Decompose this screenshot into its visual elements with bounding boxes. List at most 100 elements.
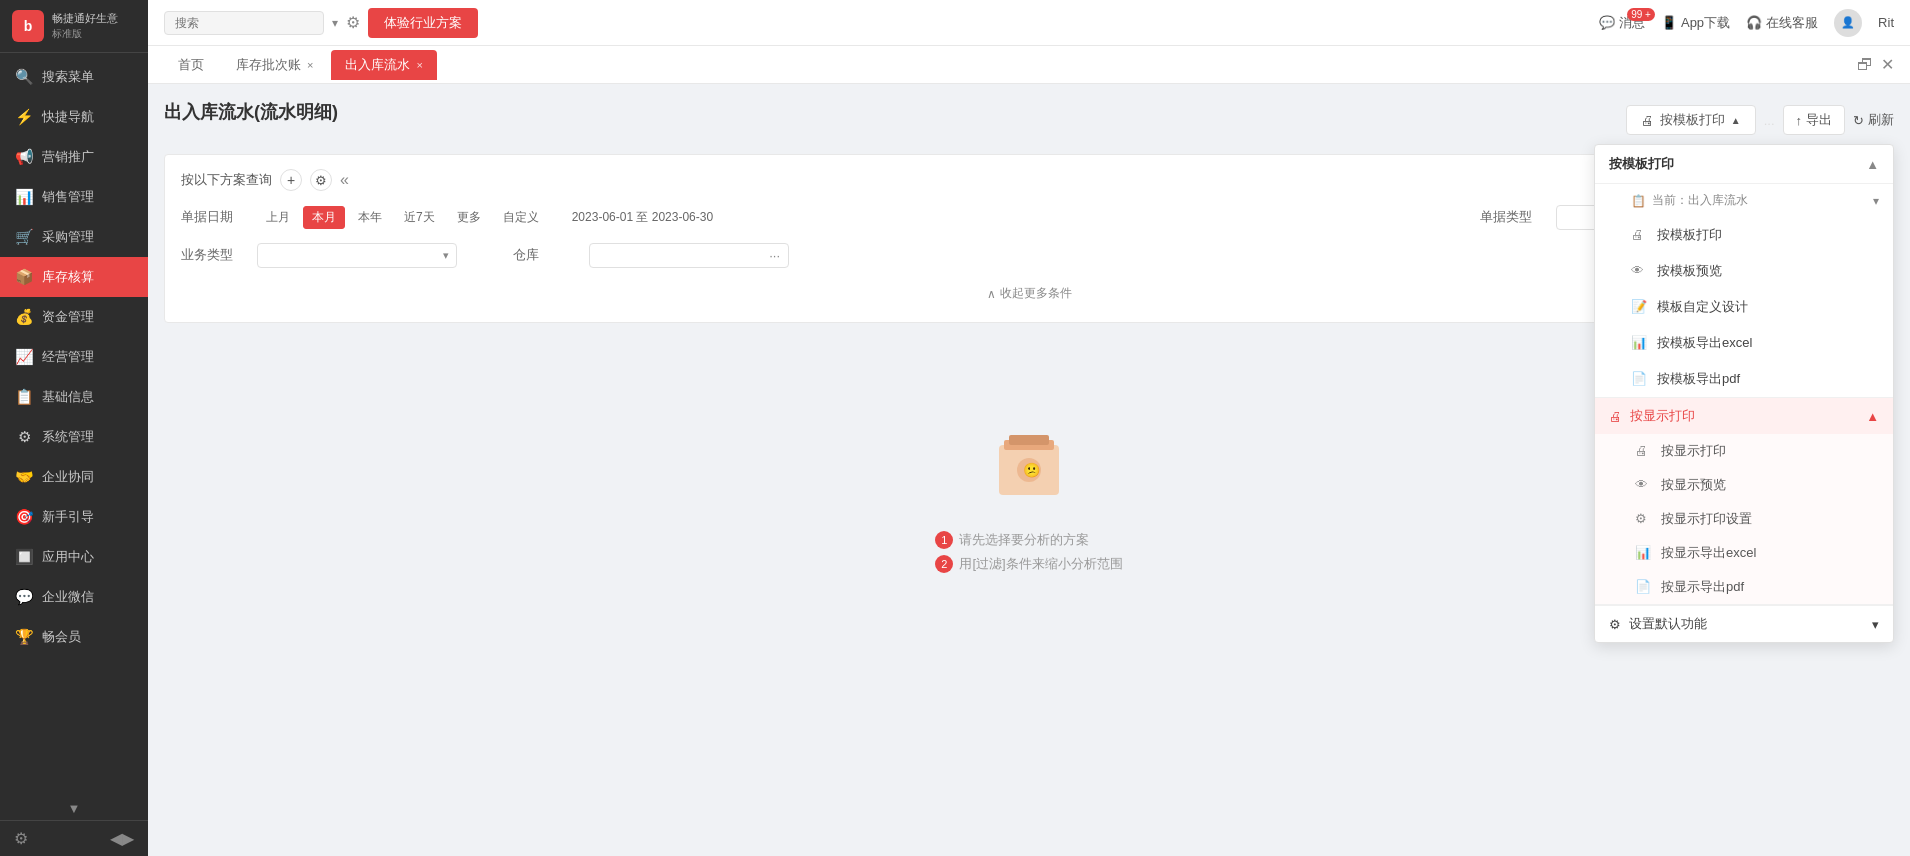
date-tab-thismonth[interactable]: 本月 xyxy=(303,206,345,229)
sidebar-item-finance[interactable]: 💰 资金管理 xyxy=(0,297,148,337)
sidebar-bottom: ⚙ ◀▶ xyxy=(0,820,148,856)
step1-number: 1 xyxy=(935,531,953,549)
dp-display-pdf[interactable]: 📄 按显示导出pdf xyxy=(1595,570,1893,604)
sidebar-item-basic[interactable]: 📋 基础信息 xyxy=(0,377,148,417)
dp-current-template[interactable]: 📋 当前：出入库流水 ▾ xyxy=(1595,184,1893,217)
dp-template-print[interactable]: 🖨 按模板打印 xyxy=(1595,217,1893,253)
sidebar-item-sales[interactable]: 📊 销售管理 xyxy=(0,177,148,217)
date-tab-7days[interactable]: 近7天 xyxy=(395,206,444,229)
industry-button[interactable]: 体验行业方案 xyxy=(368,8,478,38)
content-area: 出入库流水(流水明细) 🖨 按模板打印 ▲ ... ↑ 导出 ↻ 刷新 xyxy=(148,84,1910,856)
dp-display-section-header[interactable]: 🖨 按显示打印 ▲ xyxy=(1595,398,1893,434)
logo-icon: b xyxy=(12,10,44,42)
search-chevron-icon[interactable]: ▾ xyxy=(332,16,338,30)
step2-number: 2 xyxy=(935,555,953,573)
sidebar-nav: 🔍 搜索菜单 ⚡ 快捷导航 📢 营销推广 📊 销售管理 🛒 采购管理 📦 库存核… xyxy=(0,53,148,797)
empty-text: 1 请先选择要分析的方案 2 用[过滤]条件来缩小分析范围 xyxy=(935,531,1122,579)
date-tab-custom[interactable]: 自定义 xyxy=(494,206,548,229)
sidebar-label-finance: 资金管理 xyxy=(42,308,94,326)
template-print-button[interactable]: 🖨 按模板打印 ▲ xyxy=(1626,105,1756,135)
date-tab-thisyear[interactable]: 本年 xyxy=(349,206,391,229)
tab-flow-close[interactable]: × xyxy=(416,59,422,71)
sidebar-icon-member: 🏆 xyxy=(14,627,34,647)
username-label[interactable]: Rit xyxy=(1878,15,1894,30)
close-window-button[interactable]: ✕ xyxy=(1881,55,1894,74)
sidebar-icon-collab: 🤝 xyxy=(14,467,34,487)
date-tabs: 上月 本月 本年 近7天 更多 自定义 xyxy=(257,206,548,229)
template-excel-icon: 📊 xyxy=(1631,335,1647,351)
sidebar-label-basic: 基础信息 xyxy=(42,388,94,406)
display-excel-icon: 📊 xyxy=(1635,545,1651,561)
sidebar-item-member[interactable]: 🏆 畅会员 xyxy=(0,617,148,657)
filter-settings-button[interactable]: ⚙ xyxy=(310,169,332,191)
message-button[interactable]: 💬 消息 99 + xyxy=(1599,14,1645,32)
sidebar-label-sales: 销售管理 xyxy=(42,188,94,206)
app-edition: 标准版 xyxy=(52,27,118,41)
refresh-button[interactable]: ↻ 刷新 xyxy=(1853,111,1894,129)
sidebar-item-guide[interactable]: 🎯 新手引导 xyxy=(0,497,148,537)
dp-footer-default[interactable]: ⚙ 设置默认功能 ▾ xyxy=(1595,605,1893,642)
sidebar-label-member: 畅会员 xyxy=(42,628,81,646)
sidebar-item-purchase[interactable]: 🛒 采购管理 xyxy=(0,217,148,257)
settings-icon[interactable]: ⚙ xyxy=(14,829,28,848)
collapse-icon[interactable]: ◀▶ xyxy=(110,829,134,848)
dp-display-section-body: 🖨 按显示打印 👁 按显示预览 ⚙ 按显示打印设置 📊 xyxy=(1595,434,1893,604)
doctype-label: 单据类型 xyxy=(1480,208,1540,226)
sidebar-scroll-down[interactable]: ▼ xyxy=(68,801,81,816)
empty-step-1: 1 请先选择要分析的方案 xyxy=(935,531,1122,549)
date-label: 单据日期 xyxy=(181,208,241,226)
sidebar-label-system: 系统管理 xyxy=(42,428,94,446)
date-tab-more[interactable]: 更多 xyxy=(448,206,490,229)
filter-add-button[interactable]: + xyxy=(280,169,302,191)
dp-template-custom[interactable]: 📝 模板自定义设计 xyxy=(1595,289,1893,325)
tab-home[interactable]: 首页 xyxy=(164,50,218,80)
service-button[interactable]: 🎧 在线客服 xyxy=(1746,14,1818,32)
tab-batch[interactable]: 库存批次账 × xyxy=(222,50,327,80)
print-icon: 🖨 xyxy=(1641,113,1654,128)
message-icon: 💬 xyxy=(1599,15,1615,30)
biztype-select[interactable] xyxy=(257,243,457,268)
sidebar-item-search[interactable]: 🔍 搜索菜单 xyxy=(0,57,148,97)
sidebar-item-operations[interactable]: 📈 经营管理 xyxy=(0,337,148,377)
headset-icon: 🎧 xyxy=(1746,15,1762,30)
date-tab-lastmonth[interactable]: 上月 xyxy=(257,206,299,229)
current-chevron-icon: ▾ xyxy=(1873,194,1879,208)
restore-window-button[interactable]: 🗗 xyxy=(1857,56,1873,74)
warehouse-more-icon[interactable]: ··· xyxy=(769,248,780,263)
warehouse-input[interactable]: ··· xyxy=(589,243,789,268)
sidebar-icon-shortcut: ⚡ xyxy=(14,107,34,127)
avatar[interactable]: 👤 xyxy=(1834,9,1862,37)
topbar-left: ▾ ⚙ 体验行业方案 xyxy=(164,8,478,38)
search-input[interactable] xyxy=(164,11,324,35)
display-print-icon: 🖨 xyxy=(1635,443,1651,459)
filter-collapse-icon[interactable]: « xyxy=(340,171,349,189)
dp-display-settings[interactable]: ⚙ 按显示打印设置 xyxy=(1595,502,1893,536)
dp-template-preview[interactable]: 👁 按模板预览 xyxy=(1595,253,1893,289)
app-name: 畅捷通好生意 xyxy=(52,11,118,26)
sidebar-item-wechat[interactable]: 💬 企业微信 xyxy=(0,577,148,617)
sidebar-item-system[interactable]: ⚙ 系统管理 xyxy=(0,417,148,457)
template-custom-icon: 📝 xyxy=(1631,299,1647,315)
dp-template-excel[interactable]: 📊 按模板导出excel xyxy=(1595,325,1893,361)
dp-template-section: 🖨 按模板打印 👁 按模板预览 📝 模板自定义设计 📊 按模板导出excel xyxy=(1595,217,1893,398)
tab-batch-close[interactable]: × xyxy=(307,59,313,71)
sidebar-item-shortcut[interactable]: ⚡ 快捷导航 xyxy=(0,97,148,137)
dp-display-preview[interactable]: 👁 按显示预览 xyxy=(1595,468,1893,502)
display-section-icon: 🖨 xyxy=(1609,409,1622,424)
dp-display-excel[interactable]: 📊 按显示导出excel xyxy=(1595,536,1893,570)
gear-icon[interactable]: ⚙ xyxy=(346,13,360,32)
sidebar-item-marketing[interactable]: 📢 营销推广 xyxy=(0,137,148,177)
display-section-chevron-icon: ▲ xyxy=(1866,409,1879,424)
dp-display-print[interactable]: 🖨 按显示打印 xyxy=(1595,434,1893,468)
dp-chevron-icon[interactable]: ▲ xyxy=(1866,157,1879,172)
sidebar-item-inventory[interactable]: 📦 库存核算 xyxy=(0,257,148,297)
app-download-button[interactable]: 📱 App下载 xyxy=(1661,14,1730,32)
sidebar-item-apps[interactable]: 🔲 应用中心 xyxy=(0,537,148,577)
biztype-label: 业务类型 xyxy=(181,246,241,264)
sidebar-icon-inventory: 📦 xyxy=(14,267,34,287)
tab-flow[interactable]: 出入库流水 × xyxy=(331,50,436,80)
export-button[interactable]: ↑ 导出 xyxy=(1783,105,1846,135)
footer-chevron-icon: ▾ xyxy=(1872,617,1879,632)
sidebar-item-collab[interactable]: 🤝 企业协同 xyxy=(0,457,148,497)
dp-template-pdf[interactable]: 📄 按模板导出pdf xyxy=(1595,361,1893,397)
